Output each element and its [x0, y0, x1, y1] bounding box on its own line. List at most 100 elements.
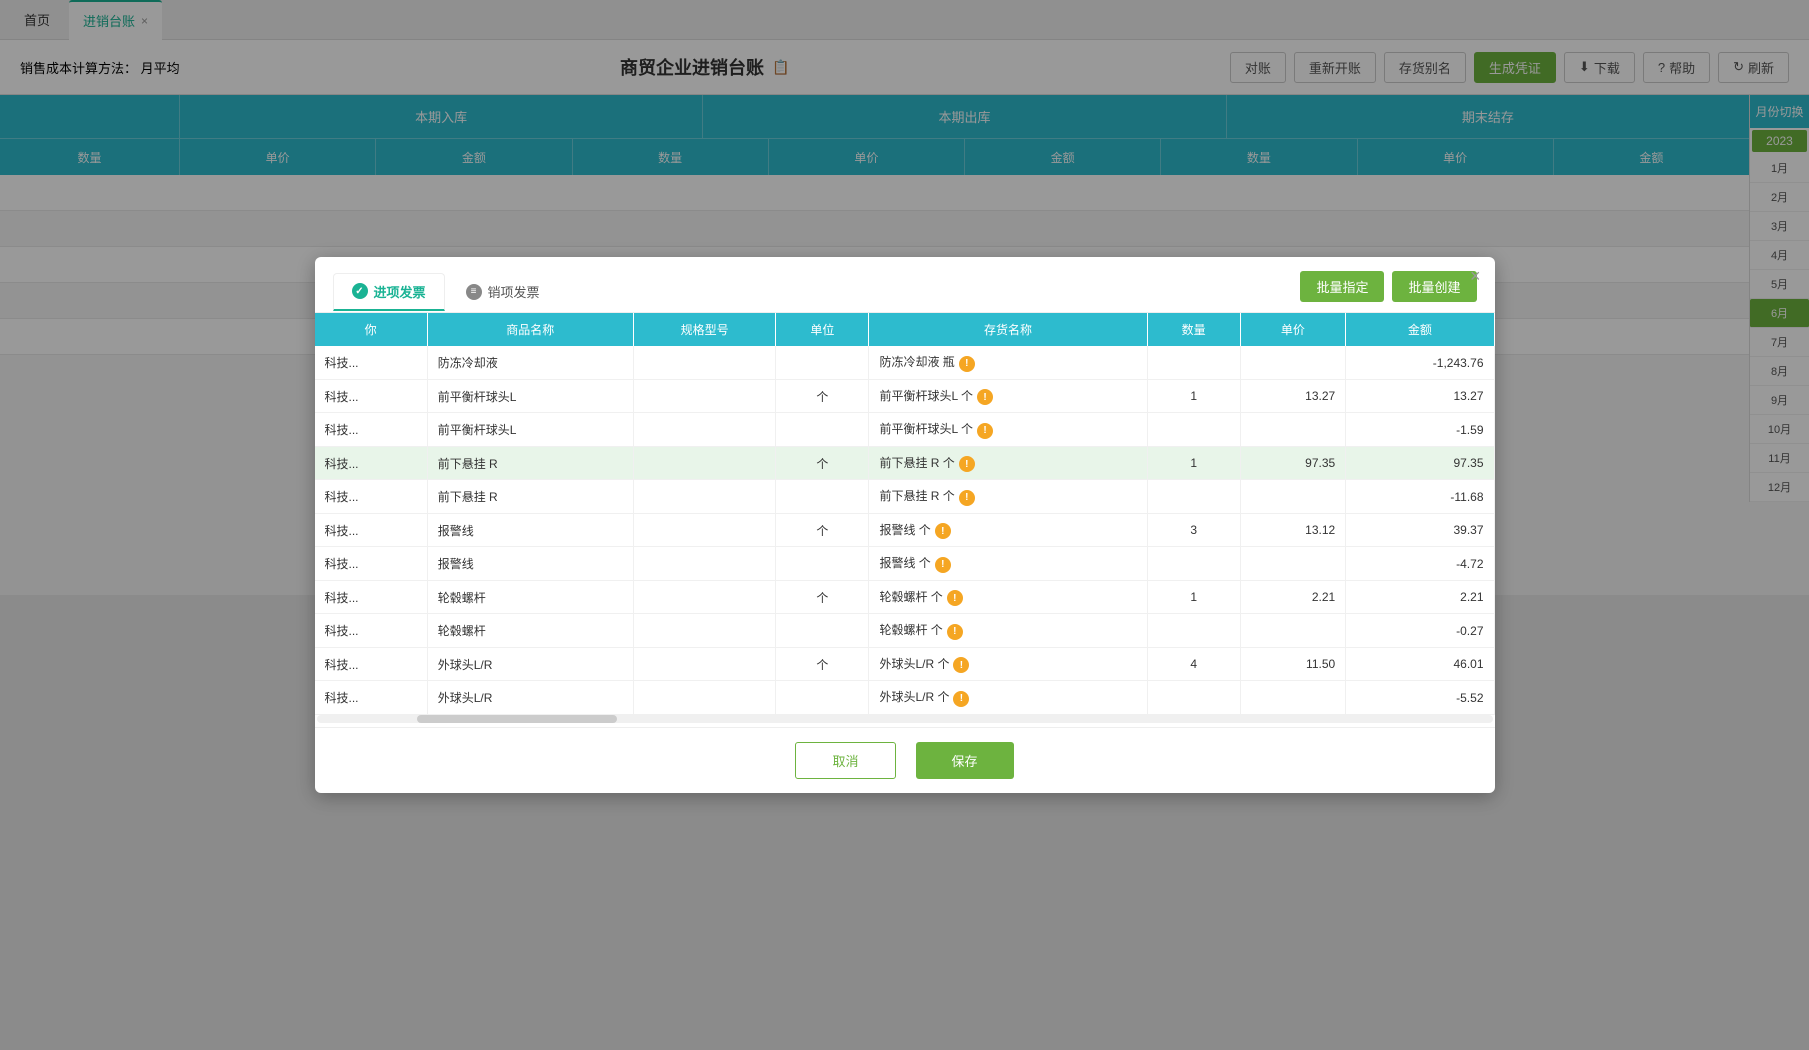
- cell-unit-price: 11.50: [1240, 647, 1345, 681]
- cell-amount: 13.27: [1346, 379, 1494, 413]
- in-icon: ✓: [352, 283, 368, 299]
- col-amount: 金额: [1346, 313, 1494, 346]
- cell-unit-price: [1240, 614, 1345, 648]
- cell-stock: 轮毂螺杆 个!: [869, 580, 1147, 614]
- tab-outgoing-invoice[interactable]: ≡ 销项发票: [447, 273, 559, 311]
- horizontal-scrollbar[interactable]: [317, 715, 1493, 723]
- warning-icon: !: [977, 389, 993, 405]
- batch-create-button[interactable]: 批量创建: [1392, 271, 1476, 302]
- cell-company: 科技...: [315, 614, 428, 648]
- table-row: 科技... 轮毂螺杆 轮毂螺杆 个! -0.27: [315, 614, 1495, 648]
- cell-quantity: [1147, 346, 1240, 379]
- warning-icon: !: [947, 590, 963, 606]
- col-spec: 规格型号: [633, 313, 776, 346]
- cell-unit: [776, 614, 869, 648]
- cell-spec: [633, 681, 776, 715]
- cell-amount: -4.72: [1346, 547, 1494, 581]
- cell-company: 科技...: [315, 647, 428, 681]
- cell-unit: [776, 681, 869, 715]
- cell-amount: -11.68: [1346, 480, 1494, 514]
- warning-icon: !: [959, 490, 975, 506]
- batch-assign-button[interactable]: 批量指定: [1300, 271, 1384, 302]
- warning-icon: !: [935, 557, 951, 573]
- dialog-table-wrapper[interactable]: 你 商品名称 规格型号 单位 存货名称 数量 单价 金额 科技... 防冻冷却液…: [315, 313, 1495, 715]
- cell-spec: [633, 346, 776, 379]
- cell-company: 科技...: [315, 446, 428, 480]
- cell-product: 轮毂螺杆: [427, 580, 633, 614]
- cell-unit: [776, 346, 869, 379]
- scrollbar-thumb: [417, 715, 617, 723]
- table-row: 科技... 报警线 个 报警线 个! 3 13.12 39.37: [315, 513, 1495, 547]
- table-row: 科技... 前下悬挂 R 前下悬挂 R 个! -11.68: [315, 480, 1495, 514]
- cell-quantity: 3: [1147, 513, 1240, 547]
- cell-company: 科技...: [315, 513, 428, 547]
- cell-company: 科技...: [315, 547, 428, 581]
- cell-amount: -1.59: [1346, 413, 1494, 447]
- cell-product: 轮毂螺杆: [427, 614, 633, 648]
- cell-unit: 个: [776, 446, 869, 480]
- cell-quantity: [1147, 681, 1240, 715]
- cell-unit: 个: [776, 379, 869, 413]
- cell-stock: 报警线 个!: [869, 547, 1147, 581]
- cell-stock: 防冻冷却液 瓶!: [869, 346, 1147, 379]
- col-company: 你: [315, 313, 428, 346]
- table-header-row: 你 商品名称 规格型号 单位 存货名称 数量 单价 金额: [315, 313, 1495, 346]
- tab-incoming-invoice[interactable]: ✓ 进项发票: [333, 273, 445, 311]
- cell-unit-price: 13.27: [1240, 379, 1345, 413]
- cell-company: 科技...: [315, 681, 428, 715]
- dialog-action-buttons: 批量指定 批量创建: [1300, 271, 1476, 312]
- dialog-header: ✓ 进项发票 ≡ 销项发票 批量指定 批量创建 ×: [315, 257, 1495, 313]
- col-product: 商品名称: [427, 313, 633, 346]
- cell-quantity: [1147, 547, 1240, 581]
- cell-stock: 外球头L/R 个!: [869, 681, 1147, 715]
- table-row: 科技... 前下悬挂 R 个 前下悬挂 R 个! 1 97.35 97.35: [315, 446, 1495, 480]
- cell-company: 科技...: [315, 379, 428, 413]
- cell-unit-price: [1240, 480, 1345, 514]
- cell-product: 防冻冷却液: [427, 346, 633, 379]
- save-button[interactable]: 保存: [916, 742, 1014, 779]
- cell-unit-price: 2.21: [1240, 580, 1345, 614]
- cell-unit: [776, 547, 869, 581]
- cell-quantity: [1147, 614, 1240, 648]
- cell-product: 前平衡杆球头L: [427, 413, 633, 447]
- cell-quantity: [1147, 413, 1240, 447]
- cell-spec: [633, 413, 776, 447]
- cell-stock: 前平衡杆球头L 个!: [869, 413, 1147, 447]
- dialog-table: 你 商品名称 规格型号 单位 存货名称 数量 单价 金额 科技... 防冻冷却液…: [315, 313, 1495, 715]
- cell-spec: [633, 647, 776, 681]
- cell-unit-price: [1240, 346, 1345, 379]
- dialog-tabs: ✓ 进项发票 ≡ 销项发票: [333, 273, 559, 311]
- table-row: 科技... 防冻冷却液 防冻冷却液 瓶! -1,243.76: [315, 346, 1495, 379]
- table-row: 科技... 外球头L/R 外球头L/R 个! -5.52: [315, 681, 1495, 715]
- cell-stock: 前平衡杆球头L 个!: [869, 379, 1147, 413]
- warning-icon: !: [947, 624, 963, 640]
- cell-spec: [633, 547, 776, 581]
- table-body: 科技... 防冻冷却液 防冻冷却液 瓶! -1,243.76 科技... 前平衡…: [315, 346, 1495, 714]
- cell-amount: -1,243.76: [1346, 346, 1494, 379]
- cell-spec: [633, 480, 776, 514]
- dialog-footer: 取消 保存: [315, 727, 1495, 793]
- col-unit: 单位: [776, 313, 869, 346]
- cell-amount: 97.35: [1346, 446, 1494, 480]
- col-unit-price: 单价: [1240, 313, 1345, 346]
- cell-unit: [776, 480, 869, 514]
- warning-icon: !: [935, 523, 951, 539]
- cell-spec: [633, 580, 776, 614]
- cell-product: 外球头L/R: [427, 681, 633, 715]
- cell-quantity: 4: [1147, 647, 1240, 681]
- out-icon: ≡: [466, 284, 482, 300]
- cell-stock: 前下悬挂 R 个!: [869, 480, 1147, 514]
- warning-icon: !: [953, 691, 969, 707]
- cell-unit-price: [1240, 547, 1345, 581]
- cell-unit: 个: [776, 580, 869, 614]
- cancel-button[interactable]: 取消: [795, 742, 895, 779]
- table-row: 科技... 前平衡杆球头L 个 前平衡杆球头L 个! 1 13.27 13.27: [315, 379, 1495, 413]
- dialog: ✓ 进项发票 ≡ 销项发票 批量指定 批量创建 × 你 商品名称: [315, 257, 1495, 793]
- cell-company: 科技...: [315, 480, 428, 514]
- dialog-close-button[interactable]: ×: [1470, 267, 1481, 285]
- cell-unit: 个: [776, 647, 869, 681]
- cell-spec: [633, 614, 776, 648]
- cell-quantity: [1147, 480, 1240, 514]
- cell-amount: -5.52: [1346, 681, 1494, 715]
- warning-icon: !: [953, 657, 969, 673]
